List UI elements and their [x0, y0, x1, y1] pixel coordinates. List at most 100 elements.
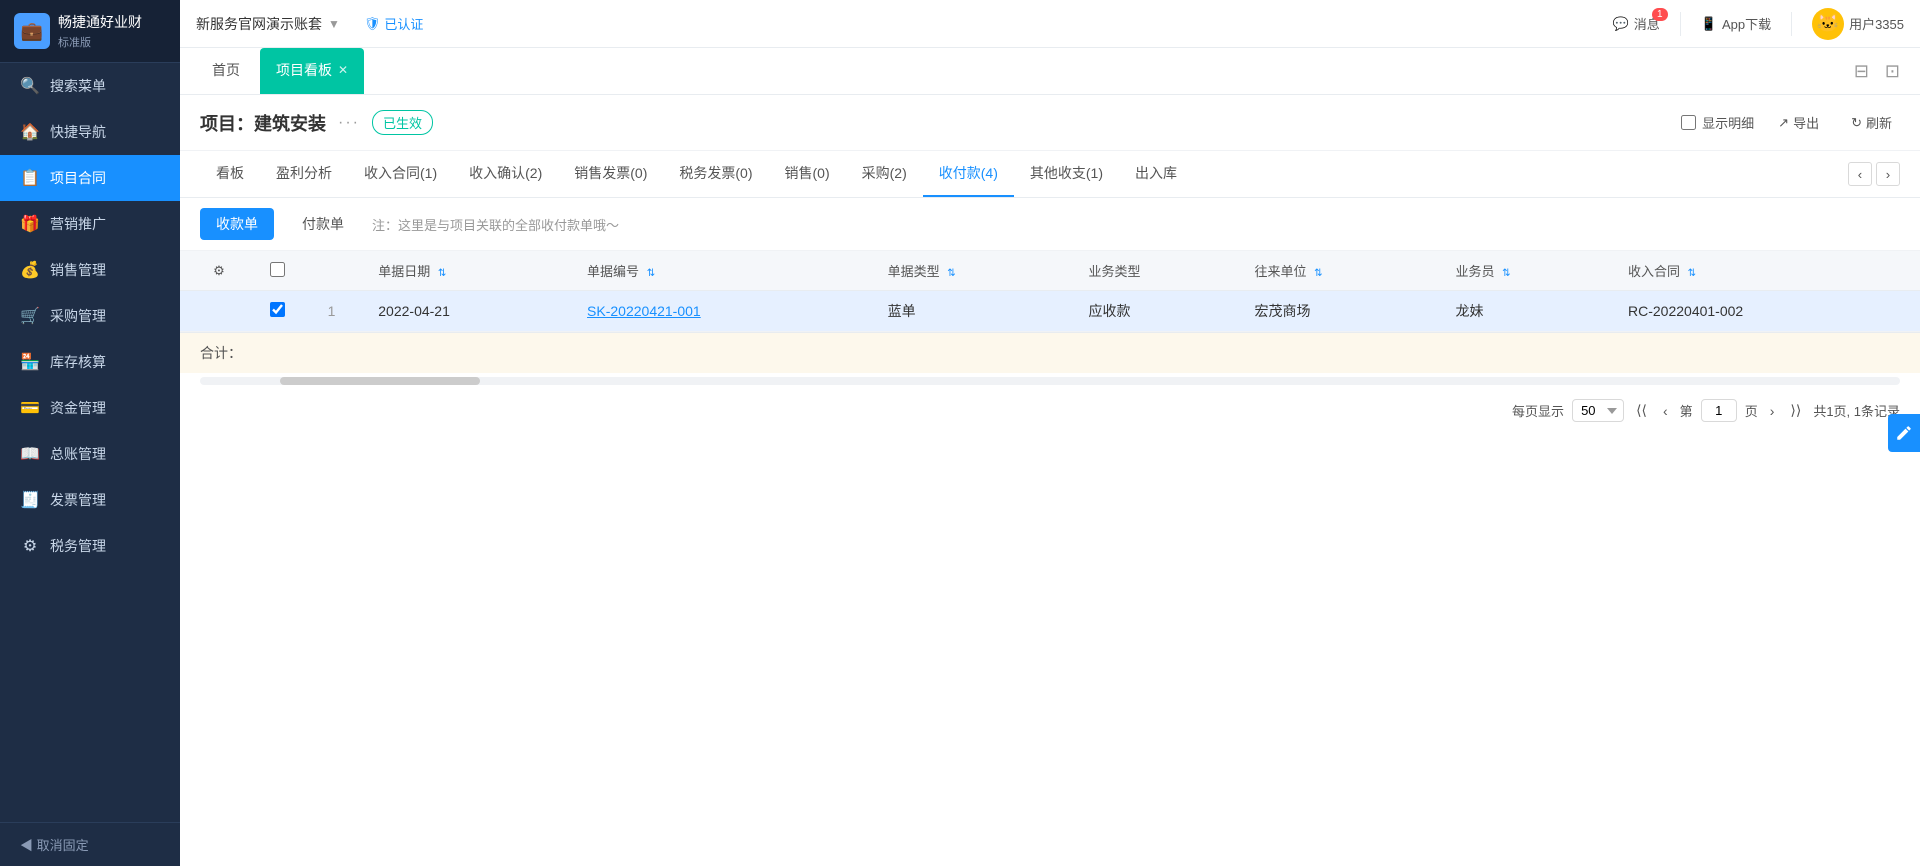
- tab-minimize-button[interactable]: ⊟: [1850, 57, 1873, 86]
- th-number[interactable]: 单据编号 ⇅: [575, 251, 876, 291]
- td-date: 2022-04-21: [366, 291, 575, 332]
- card-icon: 💳: [20, 398, 40, 418]
- project-header-actions: 显示明细 ↗ 导出 ↻ 刷新: [1681, 109, 1900, 136]
- tab-maximize-button[interactable]: ⊡: [1881, 57, 1904, 86]
- sub-nav-income-confirm[interactable]: 收入确认(2): [453, 151, 558, 197]
- sidebar-item-ledger[interactable]: 📖 总账管理: [0, 431, 180, 477]
- td-checkbox: [258, 291, 297, 332]
- sidebar-item-label: 税务管理: [50, 536, 106, 556]
- sub-nav-income-contract[interactable]: 收入合同(1): [348, 151, 453, 197]
- export-button[interactable]: ↗ 导出: [1770, 109, 1827, 136]
- th-salesperson[interactable]: 业务员 ⇅: [1443, 251, 1616, 291]
- per-page-select[interactable]: 50 100 200: [1572, 399, 1624, 422]
- tab-close-icon[interactable]: ✕: [338, 63, 348, 77]
- user-label: 用户3355: [1849, 14, 1904, 33]
- tax-icon: ⚙: [20, 536, 40, 556]
- message-button[interactable]: 💬 消息 1: [1613, 14, 1660, 33]
- filter-bar: 收款单 付款单 注：这里是与项目关联的全部收付款单哦～: [180, 198, 1920, 251]
- refresh-label: 刷新: [1866, 113, 1892, 132]
- td-seq: 1: [297, 291, 366, 332]
- page-number-input[interactable]: [1701, 399, 1737, 422]
- select-all-checkbox[interactable]: [270, 262, 285, 277]
- user-menu[interactable]: 🐱 用户3355: [1812, 8, 1904, 40]
- table-header-row: ⚙ 单据日期 ⇅ 单据编号 ⇅: [180, 251, 1920, 291]
- sidebar-item-purchase[interactable]: 🛒 采购管理: [0, 293, 180, 339]
- sidebar-item-inventory[interactable]: 🏪 库存核算: [0, 339, 180, 385]
- sub-nav-tax-invoice[interactable]: 税务发票(0): [663, 151, 768, 197]
- project-more-button[interactable]: ···: [338, 114, 360, 132]
- nav-next-button[interactable]: ›: [1876, 162, 1900, 186]
- sub-nav-label: 收入确认(2): [469, 165, 542, 181]
- float-right-button[interactable]: [1888, 414, 1920, 452]
- sidebar-item-label: 营销推广: [50, 214, 106, 234]
- prev-page-button[interactable]: ‹: [1659, 401, 1672, 421]
- sub-nav-warehouse[interactable]: 出入库: [1119, 151, 1193, 197]
- export-label: 导出: [1793, 113, 1819, 132]
- table-scrollbar-thumb[interactable]: [280, 377, 480, 385]
- th-biz-type-label: 业务类型: [1089, 264, 1141, 279]
- sidebar-item-search[interactable]: 🔍 搜索菜单: [0, 63, 180, 109]
- sidebar-item-sales[interactable]: 💰 销售管理: [0, 247, 180, 293]
- certified-label: 已认证: [384, 14, 423, 33]
- th-type-label: 单据类型: [888, 264, 940, 279]
- sort-number-icon: ⇅: [647, 268, 655, 279]
- refresh-button[interactable]: ↻ 刷新: [1843, 109, 1900, 136]
- sidebar-item-contract[interactable]: 📋 项目合同: [0, 155, 180, 201]
- tab-home[interactable]: 首页: [196, 48, 256, 94]
- sub-nav-purchase[interactable]: 采购(2): [846, 151, 923, 197]
- table-row[interactable]: 1 2022-04-21 SK-20220421-001 蓝单 应收款 宏茂商场…: [180, 291, 1920, 332]
- sidebar-item-tax[interactable]: ⚙ 税务管理: [0, 523, 180, 569]
- first-page-button[interactable]: ⟨⟨: [1632, 400, 1651, 421]
- filter-payment-button[interactable]: 付款单: [286, 208, 360, 240]
- sidebar: 💼 畅捷通好业财 标准版 🔍 搜索菜单 🏠 快捷导航 📋 项目合同 🎁 营销推广…: [0, 0, 180, 866]
- table-scrollbar[interactable]: [200, 377, 1900, 385]
- sidebar-item-label: 库存核算: [50, 352, 106, 372]
- row-checkbox[interactable]: [270, 302, 285, 317]
- sub-nav-sales[interactable]: 销售(0): [769, 151, 846, 197]
- sidebar-item-finance[interactable]: 💳 资金管理: [0, 385, 180, 431]
- document-number-link[interactable]: SK-20220421-001: [587, 303, 701, 319]
- account-selector[interactable]: 新服务官网演示账套 ▼: [196, 14, 340, 34]
- th-type[interactable]: 单据类型 ⇅: [876, 251, 1077, 291]
- show-detail-area: 显示明细: [1681, 113, 1754, 132]
- sidebar-item-marketing[interactable]: 🎁 营销推广: [0, 201, 180, 247]
- home-icon: 🏠: [20, 122, 40, 142]
- sub-nav-label: 出入库: [1135, 165, 1177, 181]
- sidebar-item-quick[interactable]: 🏠 快捷导航: [0, 109, 180, 155]
- tab-home-label: 首页: [212, 60, 240, 80]
- show-detail-checkbox[interactable]: [1681, 115, 1696, 130]
- sub-nav-profit[interactable]: 盈利分析: [260, 151, 348, 197]
- th-date[interactable]: 单据日期 ⇅: [366, 251, 575, 291]
- money-icon: 💰: [20, 260, 40, 280]
- sub-nav-kanban[interactable]: 看板: [200, 151, 260, 197]
- sub-navigation: 看板 盈利分析 收入合同(1) 收入确认(2) 销售发票(0) 税务发票(0) …: [180, 151, 1920, 198]
- message-icon: 💬: [1613, 16, 1629, 32]
- tab-project-board[interactable]: 项目看板 ✕: [260, 48, 364, 94]
- sort-salesperson-icon: ⇅: [1502, 268, 1510, 279]
- unpin-button[interactable]: ◀ 取消固定: [0, 822, 180, 866]
- th-contract[interactable]: 收入合同 ⇅: [1616, 251, 1920, 291]
- store-icon: 🏪: [20, 352, 40, 372]
- next-page-button[interactable]: ›: [1766, 401, 1779, 421]
- cart-icon: 🛒: [20, 306, 40, 326]
- gift-icon: 🎁: [20, 214, 40, 234]
- project-title: 项目：建筑安装: [200, 110, 326, 136]
- sidebar-logo: 💼 畅捷通好业财 标准版: [0, 0, 180, 63]
- sidebar-item-invoice[interactable]: 🧾 发票管理: [0, 477, 180, 523]
- sub-nav-payment[interactable]: 收付款(4): [923, 151, 1014, 197]
- nav-prev-button[interactable]: ‹: [1848, 162, 1872, 186]
- pagination: 每页显示 50 100 200 ⟨⟨ ‹ 第 页 › ⟩⟩ 共1页, 1条记录: [180, 389, 1920, 432]
- project-header: 项目：建筑安装 ··· 已生效 显示明细 ↗ 导出 ↻ 刷新: [180, 95, 1920, 151]
- filter-receipt-button[interactable]: 收款单: [200, 208, 274, 240]
- td-number[interactable]: SK-20220421-001: [575, 291, 876, 332]
- user-avatar: 🐱: [1812, 8, 1844, 40]
- gear-icon[interactable]: ⚙: [213, 263, 225, 278]
- last-page-button[interactable]: ⟩⟩: [1786, 400, 1805, 421]
- app-download-button[interactable]: 📱 App下载: [1701, 14, 1771, 33]
- sub-nav-other[interactable]: 其他收支(1): [1014, 151, 1119, 197]
- sub-nav-sales-invoice[interactable]: 销售发票(0): [558, 151, 663, 197]
- shield-icon: 🛡: [364, 16, 381, 32]
- th-settings[interactable]: ⚙: [180, 251, 258, 291]
- invoice-icon: 🧾: [20, 490, 40, 510]
- th-partner[interactable]: 往来单位 ⇅: [1243, 251, 1444, 291]
